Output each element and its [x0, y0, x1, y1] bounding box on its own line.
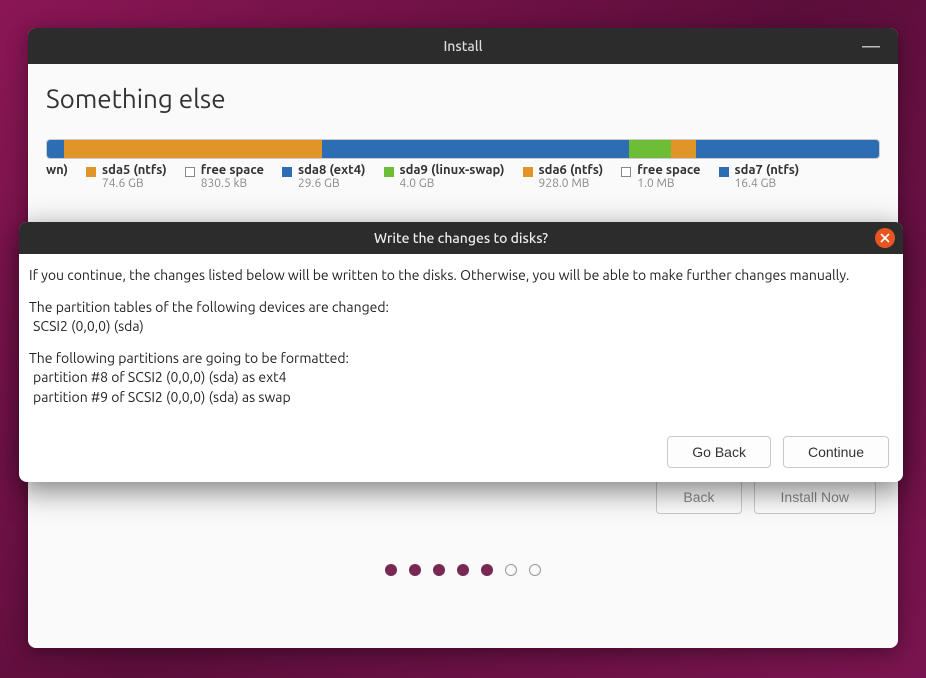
partition-segment: [696, 140, 879, 158]
legend-size: 74.6 GB: [102, 177, 167, 190]
legend-swatch: [523, 167, 533, 177]
legend-swatch: [185, 167, 195, 177]
page-title: Something else: [46, 84, 880, 113]
legend-swatch: [86, 167, 96, 177]
legend-label: sda9 (linux-swap): [400, 163, 505, 177]
go-back-button[interactable]: Go Back: [667, 436, 771, 468]
install-now-button[interactable]: Install Now: [754, 480, 876, 514]
progress-dot: [385, 564, 397, 576]
legend-size: 16.4 GB: [735, 177, 800, 190]
legend-size: 928.0 MB: [539, 177, 604, 190]
dialog-buttons: Go Back Continue: [19, 424, 903, 482]
progress-dot: [433, 564, 445, 576]
legend-item: sda9 (linux-swap)4.0 GB: [384, 163, 505, 190]
legend-label: sda6 (ntfs): [539, 163, 604, 177]
legend-item: sda5 (ntfs)74.6 GB: [86, 163, 167, 190]
dialog-tables-block: The partition tables of the following de…: [29, 298, 893, 337]
progress-dots: [46, 564, 880, 576]
legend-item: free space1.0 MB: [621, 163, 700, 190]
dialog-format-item2: partition #9 of SCSI2 (0,0,0) (sda) as s…: [29, 389, 291, 405]
dialog-intro: If you continue, the changes listed belo…: [29, 266, 893, 286]
continue-button[interactable]: Continue: [783, 436, 889, 468]
legend-label: sda5 (ntfs): [102, 163, 167, 177]
progress-dot: [529, 564, 541, 576]
titlebar: Install —: [28, 28, 898, 64]
legend-item: sda7 (ntfs)16.4 GB: [719, 163, 800, 190]
progress-dot: [505, 564, 517, 576]
legend-label: sda7 (ntfs): [735, 163, 800, 177]
legend-item: free space830.5 kB: [185, 163, 264, 190]
dialog-title: Write the changes to disks?: [374, 230, 548, 246]
legend-label: sda8 (ext4): [298, 163, 366, 177]
legend-size: 4.0 GB: [400, 177, 505, 190]
dialog-format-item1: partition #8 of SCSI2 (0,0,0) (sda) as e…: [29, 369, 287, 385]
legend-swatch: [384, 167, 394, 177]
partition-segment: [47, 140, 64, 158]
legend-item: sda8 (ext4)29.6 GB: [282, 163, 366, 190]
legend-swatch: [621, 167, 631, 177]
minimize-icon[interactable]: —: [862, 37, 880, 55]
partition-legend: wn)sda5 (ntfs)74.6 GBfree space830.5 kBs…: [46, 163, 880, 190]
dialog-tables-line: The partition tables of the following de…: [29, 299, 389, 315]
confirm-dialog: Write the changes to disks? If you conti…: [19, 222, 903, 482]
legend-label: wn): [46, 163, 68, 177]
dialog-format-line: The following partitions are going to be…: [29, 350, 349, 366]
dialog-format-block: The following partitions are going to be…: [29, 349, 893, 408]
progress-dot: [457, 564, 469, 576]
progress-dot: [481, 564, 493, 576]
partition-segment: [671, 140, 696, 158]
partition-segment: [64, 140, 322, 158]
dialog-body: If you continue, the changes listed belo…: [19, 254, 903, 424]
partition-segment: [322, 140, 630, 158]
close-icon[interactable]: [875, 228, 895, 248]
bottom-buttons: Back Install Now: [46, 480, 880, 514]
dialog-titlebar: Write the changes to disks?: [19, 222, 903, 254]
dialog-tables-item: SCSI2 (0,0,0) (sda): [29, 318, 144, 334]
legend-size: 29.6 GB: [298, 177, 366, 190]
legend-swatch: [719, 167, 729, 177]
progress-dot: [409, 564, 421, 576]
legend-label: free space: [637, 163, 700, 177]
legend-swatch: [282, 167, 292, 177]
legend-label: free space: [201, 163, 264, 177]
legend-size: 830.5 kB: [201, 177, 264, 190]
legend-size: 1.0 MB: [637, 177, 700, 190]
legend-item: sda6 (ntfs)928.0 MB: [523, 163, 604, 190]
window-title: Install: [443, 38, 482, 54]
back-button[interactable]: Back: [656, 480, 741, 514]
partition-bar: [46, 139, 880, 159]
legend-item: wn): [46, 163, 68, 177]
partition-segment: [629, 140, 671, 158]
